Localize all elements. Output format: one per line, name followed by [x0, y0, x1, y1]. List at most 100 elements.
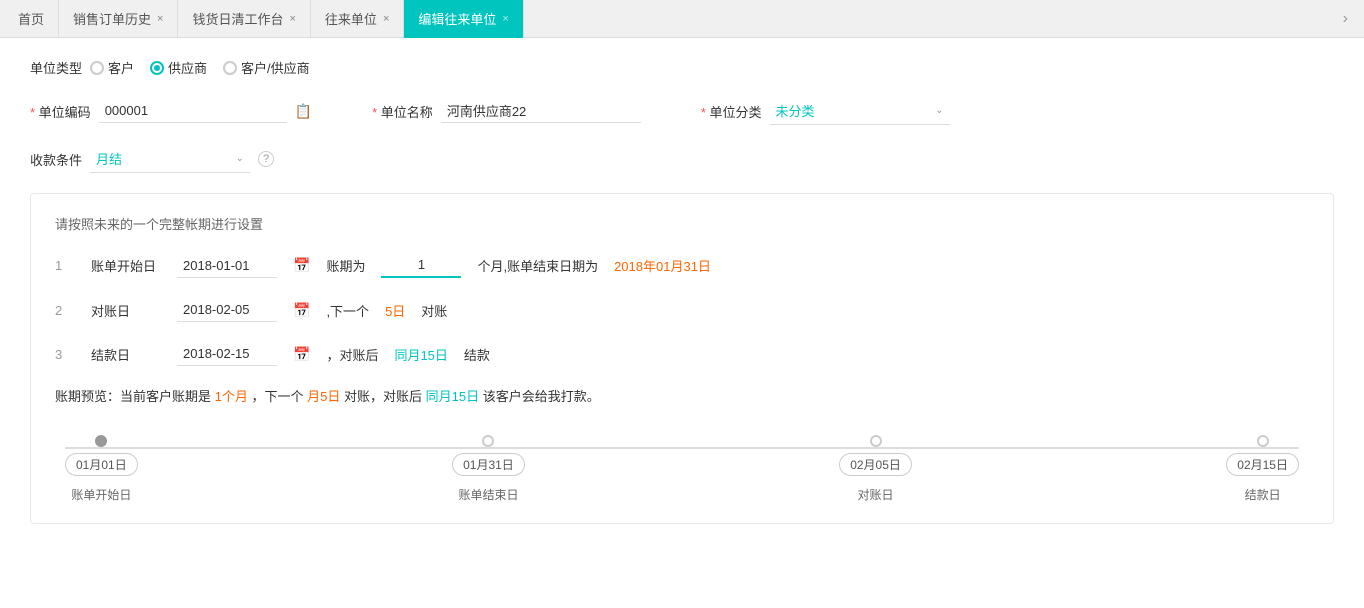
tab-sales-history-label: 销售订单历史 — [73, 9, 151, 28]
row-1-period-input[interactable] — [381, 253, 461, 278]
row-3-cal-icon[interactable]: 📅 — [293, 346, 310, 363]
row-2-date-input[interactable] — [177, 298, 277, 322]
unit-name-input[interactable] — [441, 99, 641, 123]
radio-customer[interactable]: 客户 — [90, 58, 134, 77]
section-row-1: 1 账单开始日 📅 账期为 个月,账单结束日期为 2018年01月31日 — [55, 253, 1309, 278]
unit-type-label: 单位类型 — [30, 58, 82, 77]
payment-term-row: 收款条件 月结 ⌄ ? — [30, 145, 1334, 173]
tab-sales-history[interactable]: 销售订单历史 × — [59, 0, 178, 38]
row-2-num: 2 — [55, 303, 75, 318]
timeline-date-1: 01月31日 — [452, 453, 525, 476]
row-1-period-result: 2018年01月31日 — [614, 256, 711, 275]
timeline-dot-3 — [1257, 435, 1269, 447]
preview-mid1: ，下一个 — [252, 389, 304, 404]
tab-partner[interactable]: 往来单位 × — [311, 0, 404, 38]
unit-code-input[interactable] — [99, 99, 287, 123]
preview-label: 账期预览：当前客户账期是 — [55, 389, 211, 404]
timeline-points: 01月01日 账单开始日 01月31日 账单结束日 02月05日 对账日 — [65, 435, 1299, 503]
code-name-category-row: 单位编码 📋 单位名称 单位分类 未分类 ⌄ — [30, 97, 1334, 125]
section-row-2: 2 对账日 📅 ,下一个 5日 对账 — [55, 298, 1309, 322]
row-1-num: 1 — [55, 258, 75, 273]
tab-home[interactable]: 首页 — [8, 0, 59, 38]
timeline-label-2: 对账日 — [858, 486, 894, 503]
radio-both-label: 客户/供应商 — [241, 58, 310, 77]
tab-partner-close[interactable]: × — [383, 13, 389, 25]
row-3-suffix-teal: 同月15日 — [394, 345, 447, 364]
tab-partner-label: 往来单位 — [325, 9, 377, 28]
timeline-dot-1 — [482, 435, 494, 447]
timeline-label-3: 结款日 — [1245, 486, 1281, 503]
tab-sales-history-close[interactable]: × — [157, 13, 163, 25]
tab-cash-work[interactable]: 钱货日清工作台 × — [178, 0, 310, 38]
row-2-suffix-pre: ,下一个 — [326, 301, 369, 320]
tab-home-label: 首页 — [18, 9, 44, 28]
section-box: 请按照未来的一个完整帐期进行设置 1 账单开始日 📅 账期为 个月,账单结束日期… — [30, 193, 1334, 524]
payment-term-arrow: ⌄ — [236, 153, 244, 164]
timeline-date-3: 02月15日 — [1226, 453, 1299, 476]
radio-supplier[interactable]: 供应商 — [150, 58, 207, 77]
tab-edit-partner-label: 编辑往来单位 — [418, 9, 496, 28]
timeline-label-0: 账单开始日 — [71, 486, 131, 503]
preview-teal: 同月15日 — [426, 389, 479, 404]
section-row-3: 3 结款日 📅 ，对账后 同月15日 结款 — [55, 342, 1309, 366]
radio-both[interactable]: 客户/供应商 — [223, 58, 310, 77]
row-3-suffix-post: 结款 — [464, 345, 490, 364]
radio-both-circle — [223, 61, 237, 75]
preview-mid2: 对账，对账后 — [344, 389, 422, 404]
main-content: 单位类型 客户 供应商 客户/供应商 单位编码 📋 — [0, 38, 1364, 608]
preview-orange1: 1个月 — [215, 389, 248, 404]
unit-category-label: 单位分类 — [701, 102, 762, 121]
row-3-label: 结款日 — [91, 345, 161, 364]
row-1-cal-icon[interactable]: 📅 — [293, 257, 310, 274]
unit-category-value: 未分类 — [776, 101, 932, 120]
timeline-date-0: 01月01日 — [65, 453, 138, 476]
preview-orange2: 月5日 — [307, 389, 340, 404]
tab-cash-work-close[interactable]: × — [289, 13, 295, 25]
unit-type-row: 单位类型 客户 供应商 客户/供应商 — [30, 58, 1334, 77]
row-1-period-label: 账期为 — [326, 256, 365, 275]
section-title: 请按照未来的一个完整帐期进行设置 — [55, 214, 1309, 233]
unit-code-icon[interactable]: 📋 — [295, 103, 312, 120]
preview-row: 账期预览：当前客户账期是 1个月 ，下一个 月5日 对账，对账后 同月15日 该… — [55, 386, 1309, 405]
row-1-date-input[interactable] — [177, 254, 277, 278]
timeline-label-1: 账单结束日 — [458, 486, 518, 503]
timeline-point-2: 02月05日 对账日 — [839, 435, 912, 503]
timeline-point-1: 01月31日 账单结束日 — [452, 435, 525, 503]
row-3-date-input[interactable] — [177, 342, 277, 366]
unit-category-select[interactable]: 未分类 ⌄ — [770, 97, 950, 125]
tab-bar: 首页 销售订单历史 × 钱货日清工作台 × 往来单位 × 编辑往来单位 × › — [0, 0, 1364, 38]
unit-type-group: 单位类型 客户 供应商 客户/供应商 — [30, 58, 310, 77]
tab-cash-work-label: 钱货日清工作台 — [192, 9, 283, 28]
timeline: 01月01日 账单开始日 01月31日 账单结束日 02月05日 对账日 — [55, 435, 1309, 503]
timeline-dot-0 — [95, 435, 107, 447]
unit-name-group: 单位名称 — [372, 99, 641, 123]
unit-category-group: 单位分类 未分类 ⌄ — [701, 97, 950, 125]
timeline-dot-2 — [870, 435, 882, 447]
tab-edit-partner-close[interactable]: × — [502, 13, 508, 25]
row-1-period-unit: 个月,账单结束日期为 — [477, 256, 598, 275]
preview-end: 该客户会给我打款。 — [483, 389, 600, 404]
payment-term-value: 月结 — [96, 149, 232, 168]
radio-supplier-circle — [150, 61, 164, 75]
radio-group: 客户 供应商 客户/供应商 — [90, 58, 310, 77]
row-2-cal-icon[interactable]: 📅 — [293, 302, 310, 319]
unit-name-label: 单位名称 — [372, 102, 433, 121]
unit-code-group: 单位编码 📋 — [30, 99, 312, 123]
payment-term-select[interactable]: 月结 ⌄ — [90, 145, 250, 173]
timeline-date-2: 02月05日 — [839, 453, 912, 476]
radio-supplier-label: 供应商 — [168, 58, 207, 77]
tab-expand-icon[interactable]: › — [1335, 10, 1356, 28]
row-2-label: 对账日 — [91, 301, 161, 320]
row-2-suffix-post: 对账 — [421, 301, 447, 320]
help-icon[interactable]: ? — [258, 151, 274, 167]
unit-code-label: 单位编码 — [30, 102, 91, 121]
tab-edit-partner[interactable]: 编辑往来单位 × — [404, 0, 523, 38]
payment-term-label: 收款条件 — [30, 150, 82, 169]
unit-category-arrow: ⌄ — [935, 105, 943, 116]
radio-customer-circle — [90, 61, 104, 75]
row-2-suffix-orange: 5日 — [385, 301, 405, 320]
payment-term-group: 收款条件 月结 ⌄ ? — [30, 145, 274, 173]
row-1-label: 账单开始日 — [91, 256, 161, 275]
timeline-point-0: 01月01日 账单开始日 — [65, 435, 138, 503]
row-3-suffix-pre: ，对账后 — [326, 345, 378, 364]
